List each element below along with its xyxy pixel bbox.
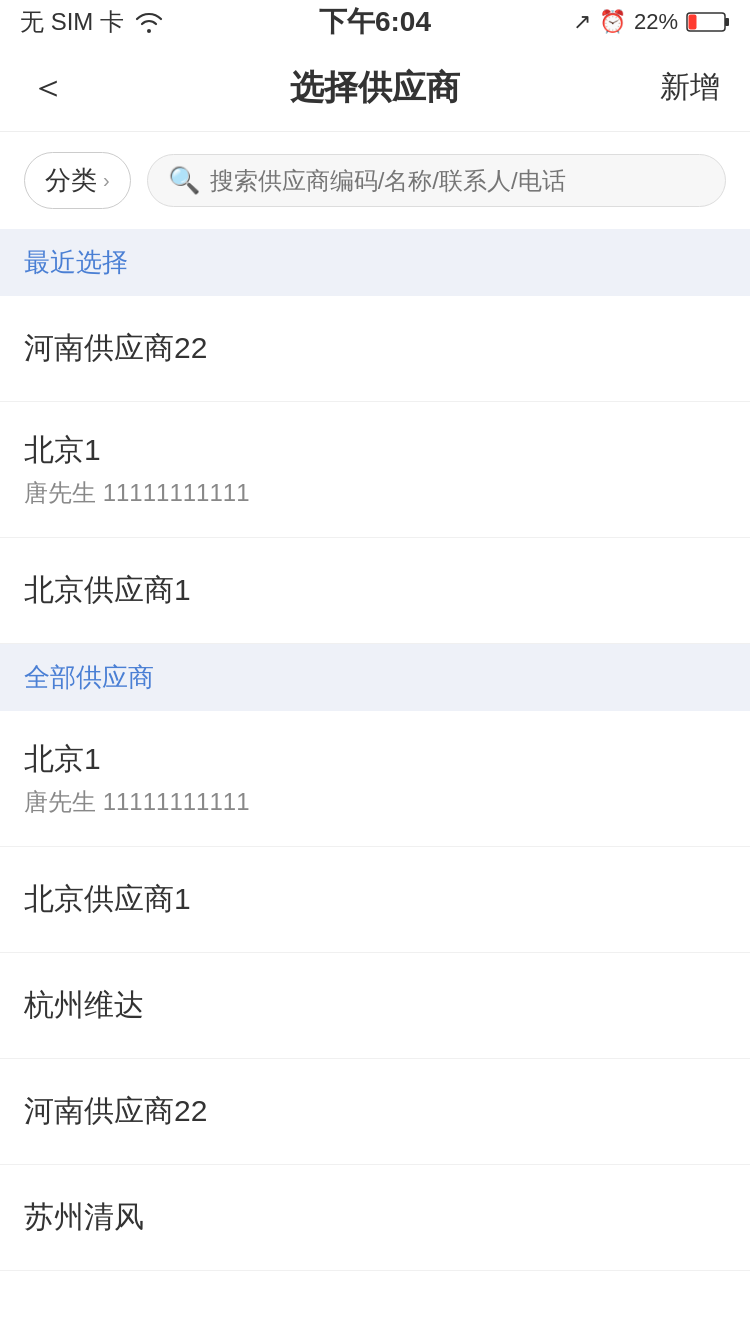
search-box[interactable]: 🔍 [147, 154, 726, 207]
list-item[interactable]: 河南供应商22 [0, 296, 750, 402]
item-name: 杭州维达 [24, 985, 726, 1026]
search-icon: 🔍 [168, 165, 200, 196]
nav-bar: ＜ 选择供应商 新增 [0, 44, 750, 132]
category-label: 分类 [45, 163, 97, 198]
item-name: 河南供应商22 [24, 328, 726, 369]
list-item[interactable]: 北京1 唐先生 11111111111 [0, 402, 750, 538]
chevron-right-icon: › [103, 169, 110, 192]
item-name: 河南供应商22 [24, 1091, 726, 1132]
all-list: 北京1 唐先生 11111111111 北京供应商1 杭州维达河南供应商22 苏州清风 [0, 711, 750, 1271]
filter-bar: 分类 › 🔍 [0, 132, 750, 229]
status-time: 下午6:04 [319, 3, 431, 41]
battery-text: 22% [634, 9, 678, 35]
svg-rect-2 [689, 15, 697, 30]
item-sub: 唐先生 11111111111 [24, 477, 726, 509]
battery-icon [686, 11, 730, 33]
recent-section-label: 最近选择 [24, 247, 128, 277]
item-name: 苏州清风 [24, 1197, 726, 1238]
wifi-icon [134, 11, 164, 33]
alarm-icon: ⏰ [599, 9, 626, 35]
all-section-label: 全部供应商 [24, 662, 154, 692]
item-name: 北京1 [24, 739, 726, 780]
status-bar: 无 SIM 卡 下午6:04 ↗ ⏰ 22% [0, 0, 750, 44]
list-item[interactable]: 北京1 唐先生 11111111111 [0, 711, 750, 847]
list-item[interactable]: 杭州维达 [0, 953, 750, 1059]
carrier-text: 无 SIM 卡 [20, 6, 124, 38]
status-right: ↗ ⏰ 22% [573, 9, 730, 35]
page-title: 选择供应商 [290, 65, 460, 111]
recent-list: 河南供应商22 北京1 唐先生 11111111111 北京供应商1 [0, 296, 750, 644]
item-name: 北京1 [24, 430, 726, 471]
item-sub: 唐先生 11111111111 [24, 786, 726, 818]
search-input[interactable] [210, 167, 705, 195]
category-filter[interactable]: 分类 › [24, 152, 131, 209]
list-item[interactable]: 北京供应商1 [0, 847, 750, 953]
status-left: 无 SIM 卡 [20, 6, 164, 38]
item-name: 北京供应商1 [24, 570, 726, 611]
back-button[interactable]: ＜ [30, 63, 90, 112]
item-name: 北京供应商1 [24, 879, 726, 920]
list-item[interactable]: 北京供应商1 [0, 538, 750, 644]
list-item[interactable]: 河南供应商22 [0, 1059, 750, 1165]
add-button[interactable]: 新增 [660, 67, 720, 108]
all-section-header: 全部供应商 [0, 644, 750, 711]
recent-section-header: 最近选择 [0, 229, 750, 296]
list-item[interactable]: 苏州清风 [0, 1165, 750, 1271]
location-icon: ↗ [573, 9, 591, 35]
svg-rect-1 [725, 18, 729, 26]
